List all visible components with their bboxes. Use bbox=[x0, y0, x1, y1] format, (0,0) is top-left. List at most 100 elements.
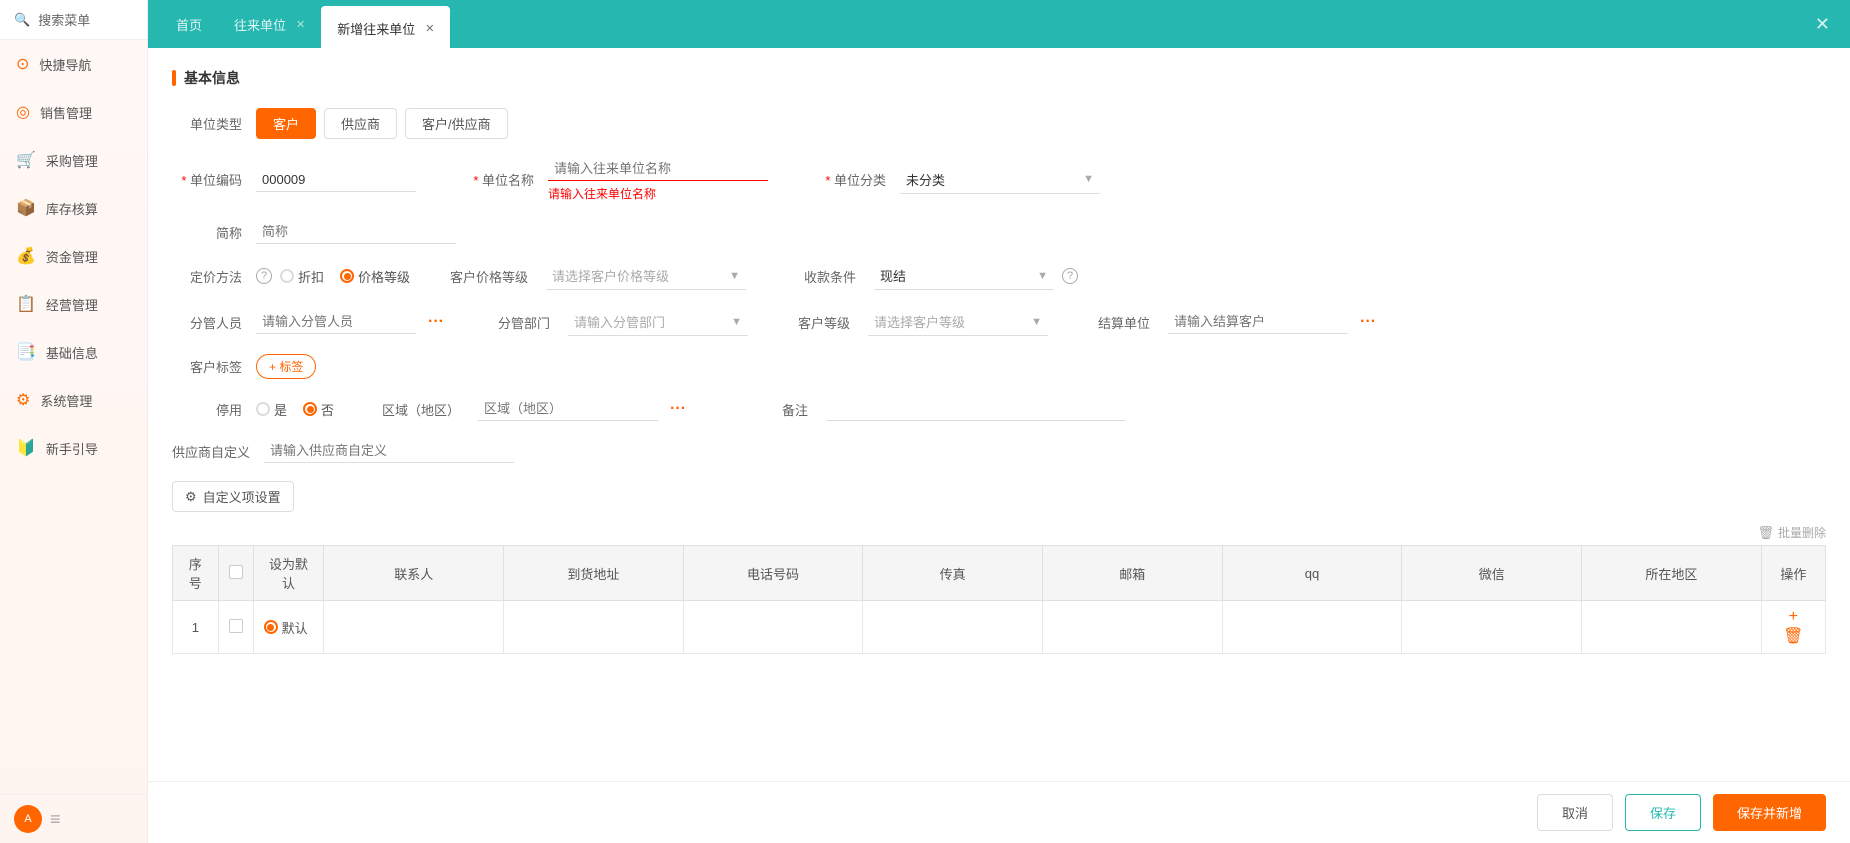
unit-type-customer-btn[interactable]: 客户 bbox=[256, 108, 316, 139]
disabled-yes-option[interactable]: 是 bbox=[256, 400, 287, 419]
cell-address[interactable] bbox=[504, 601, 684, 654]
region-cell-input[interactable] bbox=[1592, 620, 1751, 635]
sidebar-item-label: 新手引导 bbox=[46, 439, 98, 458]
customer-tag-add-btn[interactable]: + 标签 bbox=[256, 354, 316, 379]
supplier-custom-row: 供应商自定义 bbox=[172, 439, 1826, 463]
finance-icon: 💰 bbox=[16, 246, 36, 266]
contact-input[interactable] bbox=[334, 620, 493, 635]
tab-partner[interactable]: 往来单位 ✕ bbox=[218, 0, 321, 48]
row-delete-btn[interactable]: 🗑 bbox=[1780, 628, 1806, 645]
tab-new-partner-label: 新增往来单位 bbox=[337, 19, 415, 38]
cell-checkbox[interactable] bbox=[218, 601, 253, 654]
tab-home[interactable]: 首页 bbox=[160, 0, 218, 48]
sidebar-search[interactable]: 🔍 搜索菜单 bbox=[0, 0, 147, 40]
wechat-input[interactable] bbox=[1412, 620, 1571, 635]
pricing-radio-group: 折扣 价格等级 bbox=[280, 267, 410, 286]
unit-type-both-btn[interactable]: 客户/供应商 bbox=[405, 108, 508, 139]
phone-input[interactable] bbox=[694, 620, 853, 635]
cell-region[interactable] bbox=[1582, 601, 1762, 654]
customer-tag-label: 客户标签 bbox=[172, 357, 242, 376]
pricing-level-radio[interactable] bbox=[340, 269, 354, 283]
settlement-unit-input[interactable] bbox=[1168, 310, 1348, 334]
settlement-ellipsis-btn[interactable]: ··· bbox=[1356, 313, 1380, 331]
sidebar-item-label: 资金管理 bbox=[46, 247, 98, 266]
email-input[interactable] bbox=[1053, 620, 1212, 635]
unit-name-field: 请输入往来单位名称 bbox=[548, 157, 768, 202]
row-checkbox[interactable] bbox=[229, 619, 243, 633]
cell-fax[interactable] bbox=[863, 601, 1043, 654]
sidebar-item-operation[interactable]: 📋 经营管理 bbox=[0, 280, 147, 328]
pricing-level-label: 价格等级 bbox=[358, 267, 410, 286]
tab-new-partner[interactable]: 新增往来单位 ✕ bbox=[321, 6, 450, 50]
customer-price-level-label: 客户价格等级 bbox=[450, 267, 528, 286]
customer-level-select[interactable]: 请选择客户等级 ▼ bbox=[868, 308, 1048, 336]
sidebar-item-sales[interactable]: ◎ 销售管理 bbox=[0, 88, 147, 136]
tab-partner-close[interactable]: ✕ bbox=[296, 18, 305, 31]
unit-name-input[interactable] bbox=[548, 157, 768, 181]
tab-new-partner-close[interactable]: ✕ bbox=[425, 22, 434, 35]
cell-contact[interactable] bbox=[324, 601, 504, 654]
qq-input[interactable] bbox=[1233, 620, 1392, 635]
pricing-discount-option[interactable]: 折扣 bbox=[280, 267, 324, 286]
region-input[interactable] bbox=[478, 397, 658, 421]
row-add-btn[interactable]: + bbox=[1786, 608, 1801, 625]
sidebar-item-finance[interactable]: 💰 资金管理 bbox=[0, 232, 147, 280]
customer-price-level-arrow-icon: ▼ bbox=[729, 270, 740, 282]
sidebar-expand-icon[interactable]: ≡ bbox=[50, 809, 61, 830]
sidebar-item-quick-nav[interactable]: ⊙ 快捷导航 bbox=[0, 40, 147, 88]
sidebar-item-basic[interactable]: 📑 基础信息 bbox=[0, 328, 147, 376]
header-checkbox[interactable] bbox=[229, 565, 243, 579]
pricing-help-icon[interactable]: ? bbox=[256, 268, 272, 284]
cancel-button[interactable]: 取消 bbox=[1537, 794, 1613, 831]
sidebar-item-purchase[interactable]: 🛒 采购管理 bbox=[0, 136, 147, 184]
pricing-discount-radio[interactable] bbox=[280, 269, 294, 283]
unit-category-label: 单位分类 bbox=[816, 170, 886, 189]
sidebar-bottom: A ≡ bbox=[0, 794, 147, 843]
region-ellipsis-btn[interactable]: ··· bbox=[666, 400, 690, 418]
window-close-button[interactable]: ✕ bbox=[1807, 10, 1838, 39]
pricing-level-option[interactable]: 价格等级 bbox=[340, 267, 410, 286]
sidebar-item-label: 采购管理 bbox=[46, 151, 98, 170]
supplier-custom-input[interactable] bbox=[264, 439, 514, 463]
unit-code-name-row: 单位编码 单位名称 请输入往来单位名称 单位分类 未分类 ▼ bbox=[172, 157, 1826, 202]
batch-delete-label[interactable]: 批量删除 bbox=[1778, 524, 1826, 541]
default-radio[interactable] bbox=[264, 620, 278, 634]
cell-phone[interactable] bbox=[683, 601, 863, 654]
fax-input[interactable] bbox=[873, 620, 1032, 635]
unit-name-label: 单位名称 bbox=[464, 170, 534, 189]
col-wechat: 微信 bbox=[1402, 546, 1582, 601]
payment-terms-select[interactable]: 现结 ▼ bbox=[874, 262, 1054, 290]
col-checkbox[interactable] bbox=[218, 546, 253, 601]
bottom-action-bar: 取消 保存 保存并新增 bbox=[148, 781, 1850, 843]
short-name-input[interactable] bbox=[256, 220, 456, 244]
unit-type-supplier-btn[interactable]: 供应商 bbox=[324, 108, 397, 139]
manager-label: 分管人员 bbox=[172, 313, 242, 332]
save-new-button[interactable]: 保存并新增 bbox=[1713, 794, 1826, 831]
unit-code-input[interactable] bbox=[256, 168, 416, 192]
manager-input[interactable] bbox=[256, 310, 416, 334]
remark-input[interactable] bbox=[826, 397, 1126, 421]
dept-select[interactable]: 请输入分管部门 ▼ bbox=[568, 308, 748, 336]
cell-email[interactable] bbox=[1042, 601, 1222, 654]
manager-ellipsis-btn[interactable]: ··· bbox=[424, 313, 448, 331]
unit-category-select[interactable]: 未分类 ▼ bbox=[900, 166, 1100, 194]
batch-delete-icon: 🗑 bbox=[1757, 525, 1774, 541]
customer-price-level-select[interactable]: 请选择客户价格等级 ▼ bbox=[546, 262, 746, 290]
form-content: 基本信息 单位类型 客户 供应商 客户/供应商 单位编码 单位名称 请输入往来单… bbox=[148, 48, 1850, 781]
save-button[interactable]: 保存 bbox=[1625, 794, 1701, 831]
sidebar-item-guide[interactable]: 🔰 新手引导 bbox=[0, 424, 147, 472]
customer-level-placeholder: 请选择客户等级 bbox=[874, 312, 965, 331]
payment-help-icon[interactable]: ? bbox=[1062, 268, 1078, 284]
custom-settings-btn[interactable]: ⚙ 自定义项设置 bbox=[172, 481, 294, 512]
disabled-no-option[interactable]: 否 bbox=[303, 400, 334, 419]
sidebar-item-inventory[interactable]: 📦 库存核算 bbox=[0, 184, 147, 232]
cell-wechat[interactable] bbox=[1402, 601, 1582, 654]
address-input[interactable] bbox=[514, 620, 673, 635]
disabled-no-radio[interactable] bbox=[303, 402, 317, 416]
disabled-yes-radio[interactable] bbox=[256, 402, 270, 416]
settlement-unit-label: 结算单位 bbox=[1080, 313, 1150, 332]
contact-table: 序号 设为默认 联系人 到货地址 电话号码 传真 邮箱 qq 微信 所在地区 操… bbox=[172, 545, 1826, 654]
sidebar-item-system[interactable]: ⚙ 系统管理 bbox=[0, 376, 147, 424]
user-avatar: A bbox=[14, 805, 42, 833]
cell-qq[interactable] bbox=[1222, 601, 1402, 654]
